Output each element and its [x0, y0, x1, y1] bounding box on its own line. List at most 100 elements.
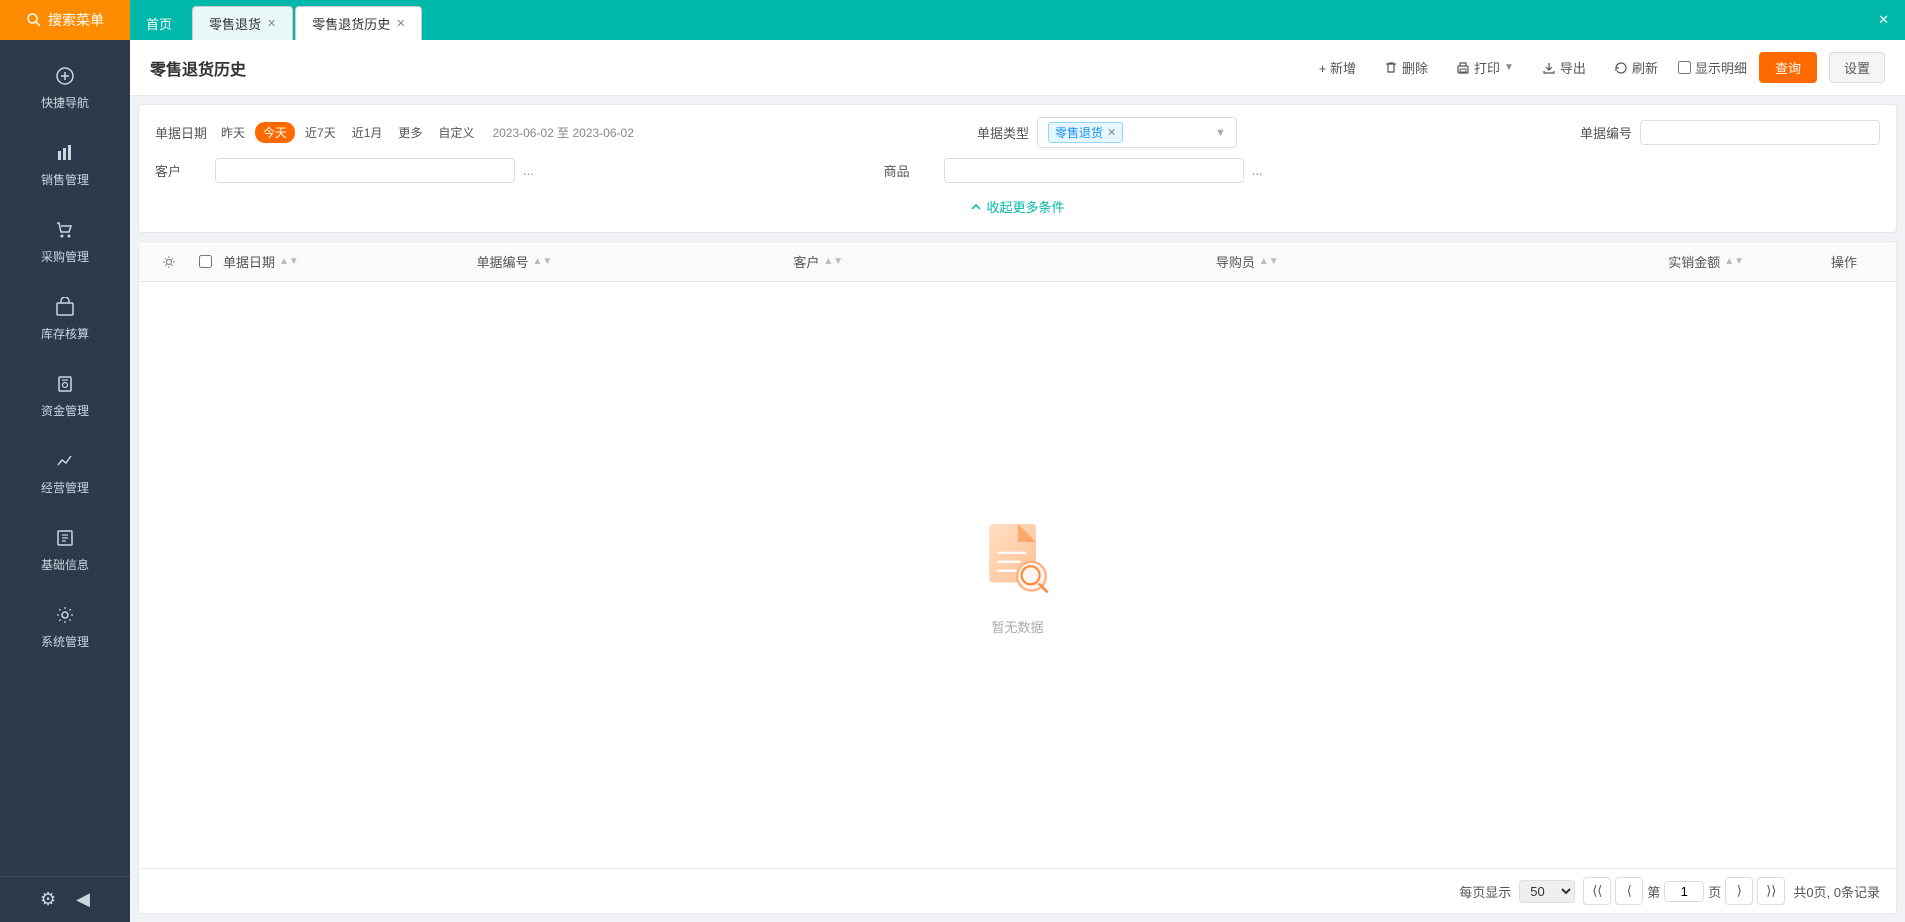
refresh-button[interactable]: 刷新 [1606, 54, 1666, 81]
th-order[interactable]: 单据编号 ▲▼ [477, 252, 794, 271]
sidebar-item-basic-info[interactable]: 基础信息 [0, 510, 130, 587]
print-button[interactable]: 打印 ▼ [1448, 54, 1522, 81]
top-bar: 搜索菜单 首页 零售退货 ✕ 零售退货历史 ✕ ✕ [0, 0, 1905, 40]
page-title: 零售退货历史 [150, 56, 246, 80]
sidebar-item-quick-nav[interactable]: 快捷导航 [0, 48, 130, 125]
date-today[interactable]: 今天 [255, 122, 295, 143]
date-7days[interactable]: 近7天 [299, 122, 342, 143]
display-toggle-checkbox[interactable] [1678, 61, 1691, 74]
order-no-label: 单据编号 [1580, 123, 1640, 142]
per-page-select[interactable]: 50 10 20 100 [1519, 880, 1575, 903]
display-toggle[interactable]: 显示明细 [1678, 58, 1747, 77]
search-menu-label: 搜索菜单 [26, 10, 104, 30]
tabs-area: 首页 零售退货 ✕ 零售退货历史 ✕ [130, 0, 1878, 40]
th-guide[interactable]: 导购员 ▲▼ [1216, 252, 1533, 271]
sidebar-item-operations[interactable]: 经营管理 [0, 433, 130, 510]
sidebar-item-inventory[interactable]: 库存核算 [0, 279, 130, 356]
quick-nav-icon [51, 62, 79, 90]
filter-row-1: 单据日期 昨天 今天 近7天 近1月 更多 自定义 2023-06-02 至 2… [155, 117, 1880, 148]
header-actions: + 新增 删除 打印 ▼ 导出 刷新 [1311, 52, 1885, 83]
sidebar-collapse-icon[interactable]: ◀ [76, 889, 90, 910]
delete-button[interactable]: 删除 [1376, 54, 1436, 81]
type-tag-remove[interactable]: ✕ [1107, 126, 1116, 139]
date-more[interactable]: 更多 [392, 122, 428, 143]
sidebar-item-purchase[interactable]: 采购管理 [0, 202, 130, 279]
finance-icon [51, 370, 79, 398]
amount-sort-icon: ▲▼ [1724, 257, 1744, 267]
date-label: 单据日期 [155, 123, 215, 142]
system-icon [51, 601, 79, 629]
page-header: 零售退货历史 + 新增 删除 打印 ▼ 导出 刷新 [130, 40, 1905, 96]
pagination: 每页显示 50 10 20 100 ⟨⟨ ⟨ 第 页 ⟩ ⟩⟩ 共0页, 0条记… [139, 868, 1896, 913]
page-next-btn[interactable]: ⟩ [1725, 877, 1753, 905]
date-1month[interactable]: 近1月 [346, 122, 389, 143]
sidebar-settings-icon[interactable]: ⚙ [40, 889, 56, 910]
type-label: 单据类型 [977, 123, 1037, 142]
per-page-label: 每页显示 [1459, 882, 1511, 901]
th-settings[interactable] [151, 255, 187, 269]
goods-label: 商品 [884, 161, 944, 180]
new-button[interactable]: + 新增 [1311, 54, 1364, 81]
page-input[interactable] [1664, 881, 1704, 902]
sales-icon [51, 139, 79, 167]
window-close-button[interactable]: ✕ [1878, 12, 1889, 28]
table-body: 暂无数据 [139, 282, 1896, 868]
content-area: 零售退货历史 + 新增 删除 打印 ▼ 导出 刷新 [130, 40, 1905, 922]
search-menu-area[interactable]: 搜索菜单 [0, 0, 130, 40]
th-amount[interactable]: 实销金额 ▲▼ [1533, 252, 1744, 271]
th-checkbox[interactable] [187, 255, 223, 268]
operations-icon [51, 447, 79, 475]
tab-retail-return[interactable]: 零售退货 ✕ [192, 6, 293, 40]
empty-state: 暂无数据 [973, 515, 1063, 636]
main-layout: 快捷导航 销售管理 采购管理 库存核算 [0, 40, 1905, 922]
customer-sort-icon: ▲▼ [823, 257, 843, 267]
date-yesterday[interactable]: 昨天 [215, 122, 251, 143]
page-first-btn[interactable]: ⟨⟨ [1583, 877, 1611, 905]
sidebar: 快捷导航 销售管理 采购管理 库存核算 [0, 40, 130, 922]
goods-select-btn[interactable]: ... [1252, 163, 1263, 178]
page-prev-btn[interactable]: ⟨ [1615, 877, 1643, 905]
empty-illustration [973, 515, 1063, 605]
date-shortcuts: 昨天 今天 近7天 近1月 更多 自定义 2023-06-02 至 2023-0… [215, 122, 634, 143]
type-select[interactable]: 零售退货 ✕ ▼ [1037, 117, 1237, 148]
guide-sort-icon: ▲▼ [1259, 257, 1279, 267]
page-last-btn[interactable]: ⟩⟩ [1757, 877, 1785, 905]
th-date[interactable]: 单据日期 ▲▼ [223, 252, 477, 271]
page-nav: ⟨⟨ ⟨ 第 页 ⟩ ⟩⟩ [1583, 877, 1785, 905]
sidebar-item-finance[interactable]: 资金管理 [0, 356, 130, 433]
customer-input[interactable] [215, 158, 515, 183]
tab-retail-return-history[interactable]: 零售退货历史 ✕ [295, 6, 422, 40]
tab-retail-return-history-close[interactable]: ✕ [396, 17, 405, 30]
sidebar-item-sales[interactable]: 销售管理 [0, 125, 130, 202]
sidebar-menu: 快捷导航 销售管理 采购管理 库存核算 [0, 40, 130, 664]
customer-select-btn[interactable]: ... [523, 163, 534, 178]
order-no-input[interactable] [1640, 120, 1880, 145]
type-select-arrow: ▼ [1215, 127, 1226, 139]
export-button[interactable]: 导出 [1534, 54, 1594, 81]
goods-field: ... [944, 158, 1412, 183]
tab-home[interactable]: 首页 [130, 6, 188, 40]
date-range: 2023-06-02 至 2023-06-02 [492, 124, 633, 141]
empty-text: 暂无数据 [991, 617, 1043, 636]
customer-field: ... [215, 158, 683, 183]
basic-info-icon [51, 524, 79, 552]
customer-label: 客户 [155, 161, 215, 180]
filter-area: 单据日期 昨天 今天 近7天 近1月 更多 自定义 2023-06-02 至 2… [138, 104, 1897, 233]
goods-input[interactable] [944, 158, 1244, 183]
date-custom[interactable]: 自定义 [432, 122, 480, 143]
select-all-checkbox[interactable] [199, 255, 212, 268]
th-customer[interactable]: 客户 ▲▼ [793, 252, 1216, 271]
date-sort-icon: ▲▼ [279, 257, 299, 267]
filter-row-2: 客户 ... 商品 ... [155, 158, 1880, 183]
query-button[interactable]: 查询 [1759, 52, 1817, 83]
inventory-icon [51, 293, 79, 321]
th-action: 操作 [1804, 252, 1884, 271]
sidebar-item-system[interactable]: 系统管理 [0, 587, 130, 664]
collapse-btn[interactable]: 收起更多条件 [155, 193, 1880, 220]
table-header: 单据日期 ▲▼ 单据编号 ▲▼ 客户 ▲▼ 导购员 ▲▼ 实销金额 ▲▼ [139, 242, 1896, 282]
type-tag: 零售退货 ✕ [1048, 122, 1123, 143]
tab-retail-return-close[interactable]: ✕ [267, 17, 276, 30]
sidebar-bottom: ⚙ ◀ [0, 876, 130, 922]
total-info: 共0页, 0条记录 [1793, 882, 1880, 901]
settings-button[interactable]: 设置 [1829, 52, 1885, 83]
